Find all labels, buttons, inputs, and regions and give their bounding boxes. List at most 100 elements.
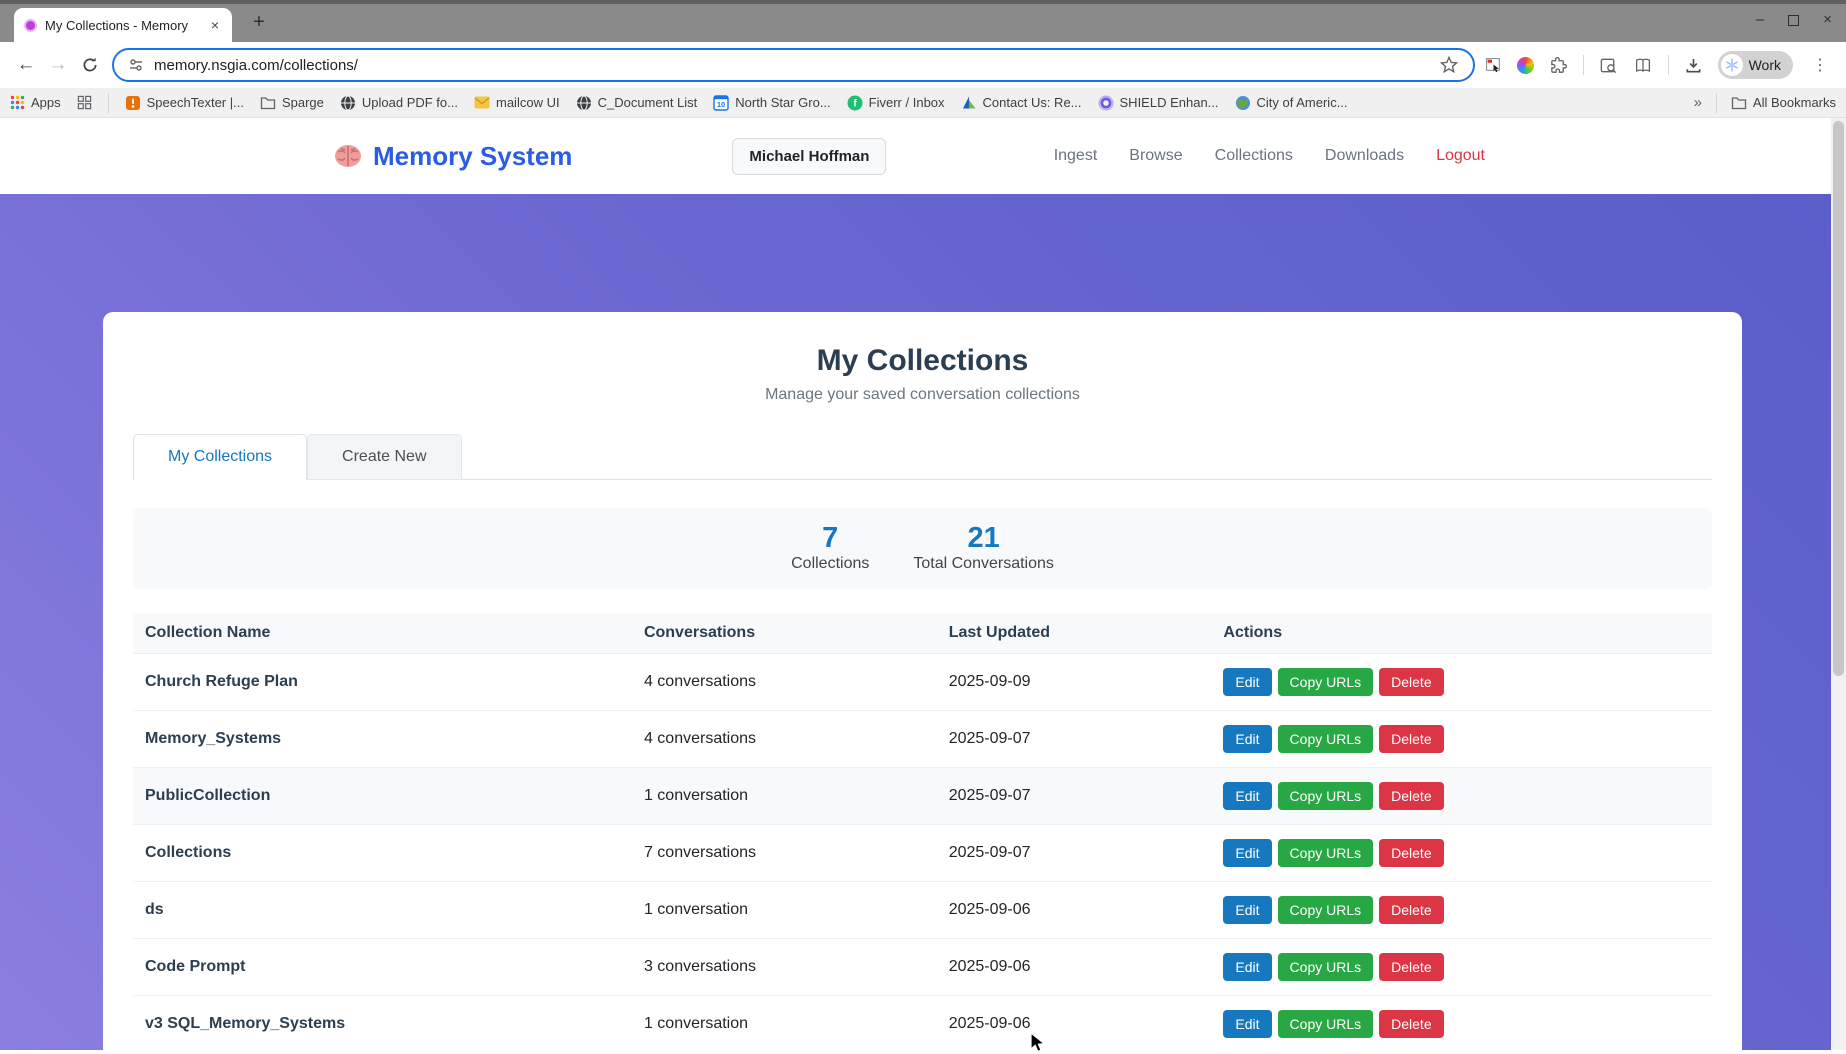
delete-button[interactable]: Delete <box>1379 725 1444 754</box>
tab-my-collections[interactable]: My Collections <box>133 434 308 480</box>
bookmark-item-c-document-list[interactable]: C_Document List <box>576 95 697 111</box>
extension-page-cursor-icon[interactable] <box>1485 57 1502 74</box>
delete-button[interactable]: Delete <box>1379 839 1444 868</box>
url-text[interactable]: memory.nsgia.com/collections/ <box>154 57 1429 74</box>
browser-tab[interactable]: My Collections - Memory × <box>14 8 232 42</box>
nav-collections[interactable]: Collections <box>1215 147 1293 165</box>
all-bookmarks-button[interactable]: All Bookmarks <box>1731 95 1836 110</box>
hero-background: My Collections Manage your saved convers… <box>0 194 1846 1050</box>
table-row: ds 1 conversation 2025-09-06 Edit Copy UR… <box>133 881 1712 939</box>
scrollbar-thumb[interactable] <box>1833 121 1844 676</box>
mail-icon <box>474 96 490 109</box>
svg-text:10: 10 <box>717 100 725 109</box>
bookmark-item-upload-pdf[interactable]: Upload PDF fo... <box>340 95 458 111</box>
bookmark-item-north-star[interactable]: 10 North Star Gro... <box>713 94 831 111</box>
stats-bar: 7 Collections 21 Total Conversations <box>133 508 1712 590</box>
copy-urls-button[interactable]: Copy URLs <box>1277 725 1374 754</box>
table-row: Church Refuge Plan 4 conversations 2025-… <box>133 653 1712 711</box>
copy-urls-button[interactable]: Copy URLs <box>1277 668 1374 697</box>
collection-conversations: 1 conversation <box>631 881 937 939</box>
bookmark-item-mailcow[interactable]: mailcow UI <box>474 95 560 110</box>
nav-logout[interactable]: Logout <box>1436 147 1485 165</box>
brand-title: Memory System <box>373 140 573 171</box>
bookmarks-divider <box>107 92 109 113</box>
apps-shortcut[interactable]: Apps <box>10 95 61 110</box>
brand[interactable]: Memory System <box>333 141 572 172</box>
forward-button[interactable]: → <box>42 54 74 76</box>
edit-button[interactable]: Edit <box>1223 782 1272 811</box>
address-bar[interactable]: memory.nsgia.com/collections/ <box>112 48 1475 82</box>
back-button[interactable]: ← <box>10 54 42 76</box>
color-wheel-extension-icon[interactable] <box>1516 56 1534 74</box>
table-row: PublicCollection 1 conversation 2025-09-… <box>133 767 1712 825</box>
bookmark-item-contact-us[interactable]: Contact Us: Re... <box>961 95 1082 110</box>
nav-ingest[interactable]: Ingest <box>1054 147 1098 165</box>
globe-icon <box>576 95 591 110</box>
browser-menu-kebab-icon[interactable]: ⋮ <box>1808 55 1832 75</box>
edit-button[interactable]: Edit <box>1223 953 1272 982</box>
copy-urls-button[interactable]: Copy URLs <box>1277 896 1374 925</box>
tab-create-new[interactable]: Create New <box>307 434 462 480</box>
stat-collections-label: Collections <box>791 555 870 573</box>
extensions-puzzle-icon[interactable] <box>1549 56 1568 75</box>
folder-icon <box>260 96 276 109</box>
mouse-cursor <box>1030 1032 1048 1054</box>
page-title: My Collections <box>816 344 1029 377</box>
profile-chip[interactable]: Work <box>1717 51 1793 79</box>
shield-ring-icon <box>1098 94 1114 111</box>
tab-groups-icon[interactable] <box>77 95 92 110</box>
user-button[interactable]: Michael Hoffman <box>732 137 887 175</box>
collection-conversations: 4 conversations <box>631 653 937 711</box>
window-maximize-button[interactable] <box>1788 14 1800 26</box>
edit-button[interactable]: Edit <box>1223 896 1272 925</box>
copy-urls-button[interactable]: Copy URLs <box>1277 1010 1374 1039</box>
edit-button[interactable]: Edit <box>1223 725 1272 754</box>
bookmarks-divider <box>1715 92 1717 113</box>
bookmark-star-icon[interactable] <box>1439 55 1459 75</box>
bookmark-item-shield[interactable]: SHIELD Enhan... <box>1098 94 1219 111</box>
delete-button[interactable]: Delete <box>1379 953 1444 982</box>
tab-close-icon[interactable]: × <box>206 17 224 33</box>
copy-urls-button[interactable]: Copy URLs <box>1277 839 1374 868</box>
copy-urls-button[interactable]: Copy URLs <box>1277 953 1374 982</box>
delete-button[interactable]: Delete <box>1379 1010 1444 1039</box>
reload-button[interactable] <box>74 56 106 74</box>
window-close-button[interactable]: × <box>1823 12 1832 28</box>
folder-icon <box>1731 96 1747 109</box>
nav-downloads[interactable]: Downloads <box>1325 147 1404 165</box>
window-minimize-button[interactable]: – <box>1756 12 1764 28</box>
edit-button[interactable]: Edit <box>1223 668 1272 697</box>
edit-button[interactable]: Edit <box>1223 1010 1272 1039</box>
bookmark-item-sparge[interactable]: Sparge <box>260 95 324 110</box>
bookmarks-overflow-chevron-icon[interactable]: » <box>1694 94 1702 111</box>
collection-name: Church Refuge Plan <box>133 653 632 711</box>
toolbar-divider <box>1667 55 1669 75</box>
nav-browse[interactable]: Browse <box>1129 147 1182 165</box>
page-scrollbar[interactable] <box>1831 118 1846 1050</box>
delete-button[interactable]: Delete <box>1379 782 1444 811</box>
site-info-icon[interactable] <box>128 57 144 73</box>
web-page: Memory System Michael Hoffman Ingest Bro… <box>0 118 1846 1050</box>
bookmark-item-city[interactable]: City of Americ... <box>1235 95 1348 111</box>
collection-updated: 2025-09-06 <box>936 881 1212 939</box>
delete-button[interactable]: Delete <box>1379 896 1444 925</box>
reading-mode-icon[interactable] <box>1599 56 1618 75</box>
profile-name: Work <box>1748 57 1781 73</box>
bookmarks-bar: Apps SpeechTexter |... Sparge Upload PDF… <box>0 88 1846 118</box>
page-subtitle: Manage your saved conversation collectio… <box>765 386 1080 403</box>
bookmark-item-speechtexter[interactable]: SpeechTexter |... <box>125 95 244 111</box>
brain-icon <box>335 145 361 167</box>
main-nav: Ingest Browse Collections Downloads Logo… <box>1054 147 1485 165</box>
collection-conversations: 1 conversation <box>631 767 937 825</box>
edit-button[interactable]: Edit <box>1223 839 1272 868</box>
apps-grid-icon <box>10 95 25 110</box>
site-header: Memory System Michael Hoffman Ingest Bro… <box>0 118 1846 194</box>
collection-updated: 2025-09-07 <box>936 767 1212 825</box>
downloads-icon[interactable] <box>1684 56 1703 75</box>
bookmark-item-fiverr[interactable]: f Fiverr / Inbox <box>847 95 945 111</box>
delete-button[interactable]: Delete <box>1379 668 1444 697</box>
new-tab-button[interactable]: + <box>246 10 272 36</box>
collection-name: Code Prompt <box>133 938 632 996</box>
reading-list-icon[interactable] <box>1633 56 1653 75</box>
copy-urls-button[interactable]: Copy URLs <box>1277 782 1374 811</box>
